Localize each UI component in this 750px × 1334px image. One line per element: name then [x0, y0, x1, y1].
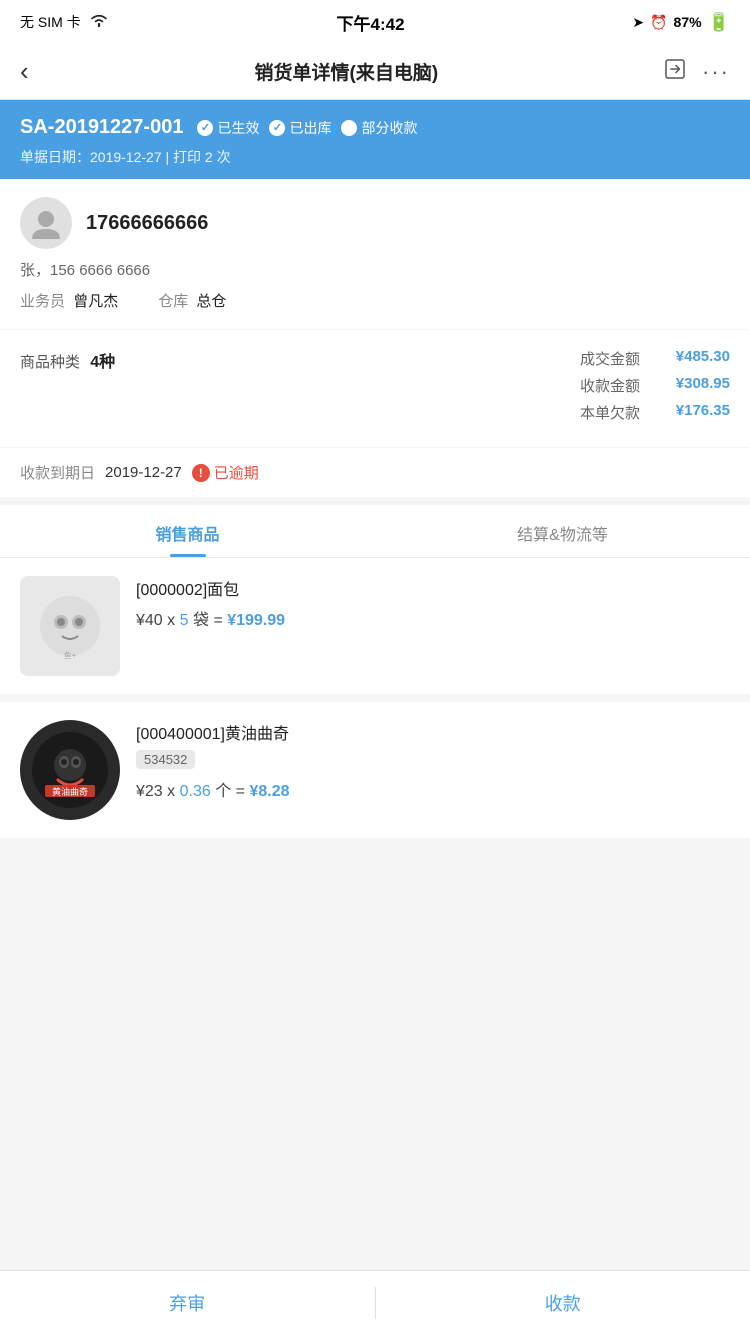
- customer-phone: 17666666666: [86, 212, 208, 235]
- status-time: 下午4:42: [337, 10, 405, 35]
- order-header: SA-20191227-001 已生效 已出库 部分收款 单据日期：2019-1…: [0, 100, 750, 179]
- alarm-icon: ⏰: [650, 14, 667, 31]
- warehouse-label: 仓库: [158, 293, 188, 310]
- transaction-label: 成交金额: [580, 348, 640, 369]
- product-total: ¥199.99: [227, 612, 285, 629]
- product-list: 鱼+ [0000002]面包 ¥40 x 5 袋 = ¥199.99: [0, 558, 750, 838]
- transaction-value: ¥485.30: [650, 348, 730, 369]
- warehouse-value: 总仓: [196, 293, 226, 310]
- product-price-row: ¥40 x 5 袋 = ¥199.99: [136, 606, 730, 630]
- customer-meta: 业务员 曾凡杰 仓库 总仓: [20, 290, 730, 311]
- summary-section: 商品种类 4种 成交金额 ¥485.30 收款金额 ¥308.95 本单欠款 ¥…: [0, 330, 750, 447]
- product-sku-badge: 534532: [136, 750, 195, 769]
- more-button[interactable]: ···: [702, 59, 730, 85]
- overdue-icon: !: [192, 464, 210, 482]
- debt-row: 本单欠款 ¥176.35: [580, 402, 730, 423]
- partial-clock-icon: [341, 120, 357, 136]
- status-left: 无 SIM 卡: [20, 12, 109, 32]
- status-partial-payment: 部分收款: [341, 118, 417, 138]
- bottom-bar: 弃审 收款: [0, 1270, 750, 1334]
- due-date-value: 2019-12-27: [105, 464, 182, 481]
- tab-settlement-logistics[interactable]: 结算&物流等: [375, 505, 750, 557]
- battery-percent: 87%: [674, 14, 702, 30]
- category-label: 商品种类: [20, 354, 80, 371]
- debt-label: 本单欠款: [580, 402, 640, 423]
- category-summary: 商品种类 4种: [20, 348, 115, 372]
- svg-text:鱼+: 鱼+: [64, 650, 77, 660]
- debt-value: ¥176.35: [650, 402, 730, 423]
- product-unit: 袋: [193, 612, 209, 629]
- product-unit: 个: [215, 783, 231, 800]
- status-right: ➤ ⏰ 87% 🔋: [632, 12, 730, 33]
- product-info: [0000002]面包 ¥40 x 5 袋 = ¥199.99: [136, 576, 730, 630]
- warehouse-field: 仓库 总仓: [158, 290, 226, 311]
- status-tags: 已生效 已出库 部分收款: [197, 118, 417, 138]
- svg-text:黄油曲奇: 黄油曲奇: [52, 786, 88, 797]
- product-thumbnail: 鱼+: [20, 576, 120, 676]
- cancel-button[interactable]: 弃审: [0, 1271, 375, 1334]
- product-thumbnail: 黄油曲奇: [20, 720, 120, 820]
- customer-section: 17666666666 张，156 6666 6666 业务员 曾凡杰 仓库 总…: [0, 179, 750, 329]
- product-qty: 5: [180, 612, 189, 629]
- salesperson-label: 业务员: [20, 293, 65, 310]
- overdue-badge: ! 已逾期: [192, 462, 259, 483]
- product-name: [0000002]面包: [136, 576, 730, 600]
- sim-status: 无 SIM 卡: [20, 12, 81, 32]
- product-name: [000400001]黄油曲奇: [136, 720, 730, 744]
- list-item: 黄油曲奇 [000400001]黄油曲奇 534532 ¥23 x 0.36 个…: [0, 702, 750, 838]
- product-unit-price: ¥40: [136, 612, 163, 629]
- status-bar: 无 SIM 卡 下午4:42 ➤ ⏰ 87% 🔋: [0, 0, 750, 44]
- page-title: 销货单详情(来自电脑): [255, 58, 439, 85]
- avatar: [20, 197, 72, 249]
- customer-name-phone: 张，156 6666 6666: [20, 259, 730, 280]
- nav-bar: ‹ 销货单详情(来自电脑) ···: [0, 44, 750, 100]
- received-label: 收款金额: [580, 375, 640, 396]
- received-row: 收款金额 ¥308.95: [580, 375, 730, 396]
- tabs-section: 销售商品 结算&物流等: [0, 505, 750, 558]
- battery-icon: 🔋: [708, 12, 730, 33]
- wifi-icon: [89, 13, 109, 32]
- overdue-text: 已逾期: [214, 462, 259, 483]
- status-effective: 已生效: [197, 118, 259, 138]
- list-item: 鱼+ [0000002]面包 ¥40 x 5 袋 = ¥199.99: [0, 558, 750, 694]
- location-icon: ➤: [632, 14, 644, 31]
- salesperson-field: 业务员 曾凡杰: [20, 290, 118, 311]
- product-unit-price: ¥23: [136, 783, 163, 800]
- due-date-section: 收款到期日 2019-12-27 ! 已逾期: [0, 448, 750, 497]
- received-value: ¥308.95: [650, 375, 730, 396]
- product-info: [000400001]黄油曲奇 534532 ¥23 x 0.36 个 = ¥8…: [136, 720, 730, 801]
- back-button[interactable]: ‹: [20, 56, 29, 87]
- confirm-button[interactable]: 收款: [376, 1271, 750, 1334]
- salesperson-value: 曾凡杰: [73, 293, 118, 310]
- product-price-row: ¥23 x 0.36 个 = ¥8.28: [136, 777, 730, 801]
- shipped-check-icon: [269, 120, 285, 136]
- product-total: ¥8.28: [249, 783, 289, 800]
- category-value: 4种: [90, 354, 115, 371]
- status-shipped: 已出库: [269, 118, 331, 138]
- product-qty: 0.36: [180, 783, 211, 800]
- amount-summary: 成交金额 ¥485.30 收款金额 ¥308.95 本单欠款 ¥176.35: [580, 348, 730, 429]
- tab-sales-products[interactable]: 销售商品: [0, 505, 375, 557]
- effective-check-icon: [197, 120, 213, 136]
- order-date: 单据日期：2019-12-27 | 打印 2 次: [20, 147, 730, 167]
- transaction-row: 成交金额 ¥485.30: [580, 348, 730, 369]
- due-date-label: 收款到期日: [20, 462, 95, 483]
- order-id: SA-20191227-001: [20, 116, 183, 139]
- share-button[interactable]: [664, 58, 686, 86]
- nav-actions: ···: [664, 58, 730, 86]
